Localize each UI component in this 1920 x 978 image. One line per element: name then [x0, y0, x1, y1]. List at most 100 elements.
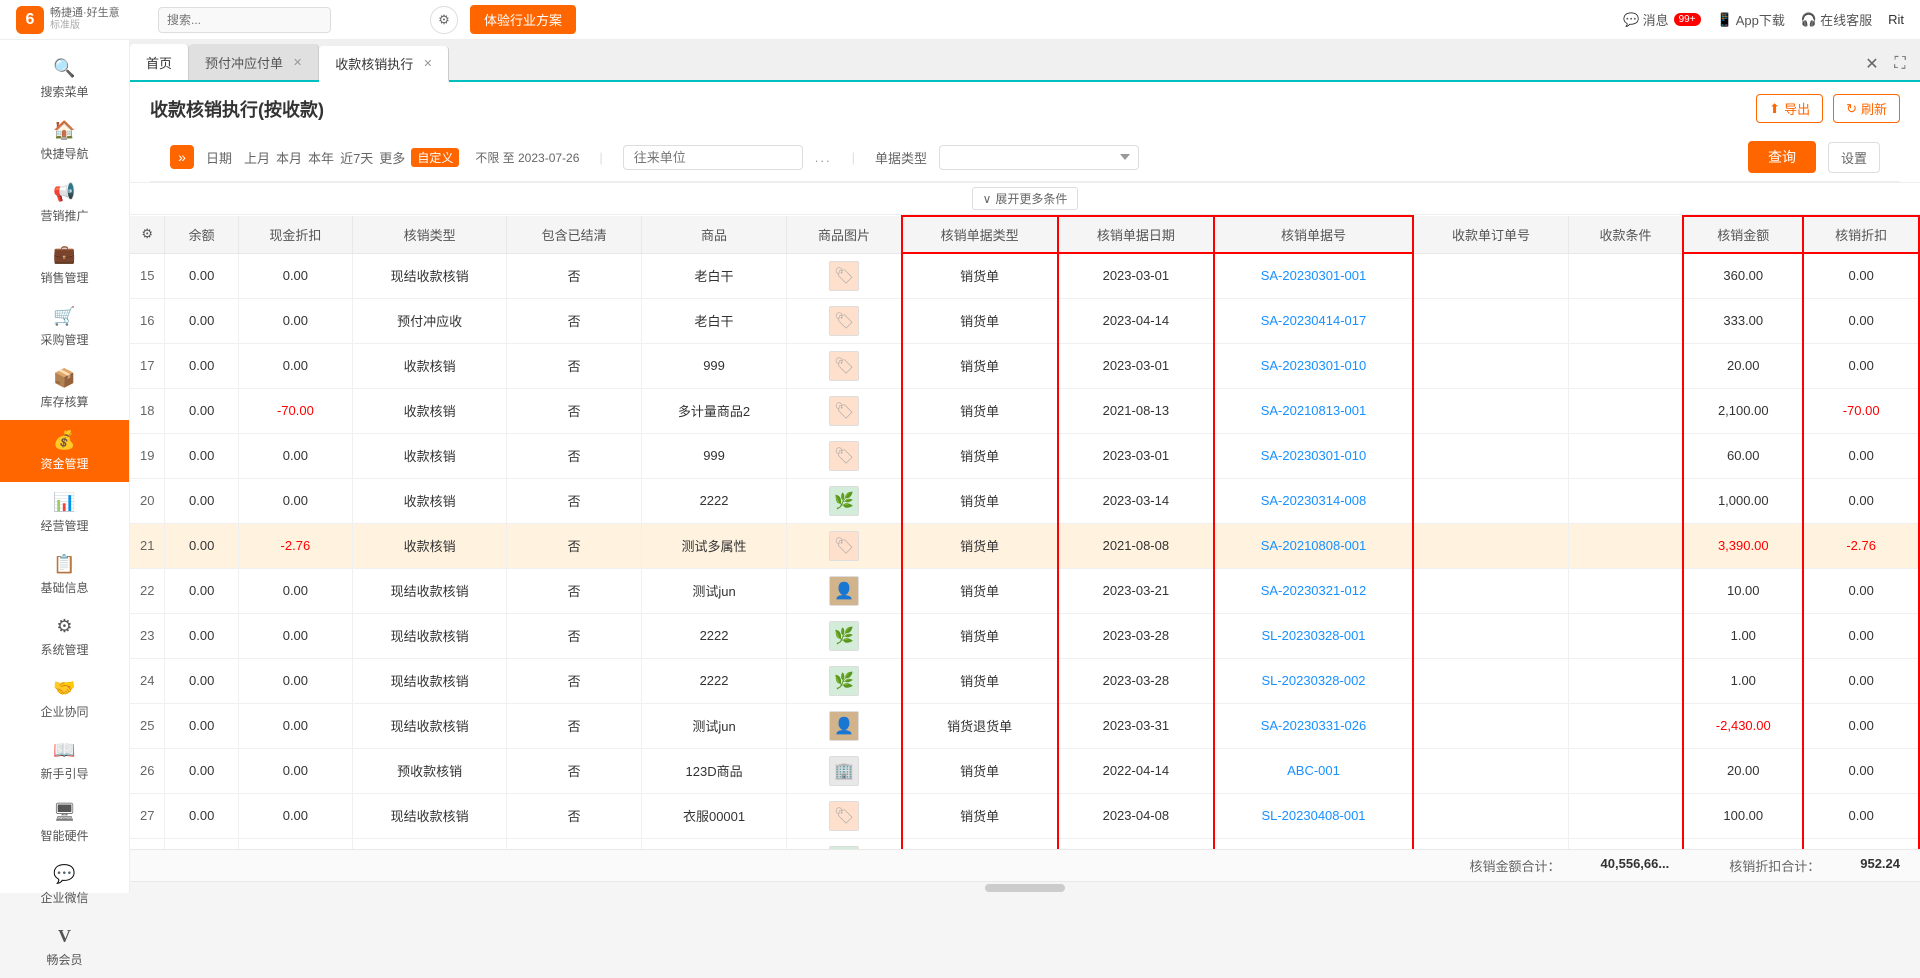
refresh-icon: ↻ [1846, 101, 1857, 117]
cell-verify-number[interactable]: SA-20230301-010 [1214, 433, 1413, 478]
sidebar-item-inventory[interactable]: 📦 库存核算 [0, 358, 129, 420]
verify-number-link[interactable]: SA-20230301-010 [1261, 448, 1367, 463]
tab-prepay-close[interactable]: ✕ [293, 56, 302, 69]
cell-cash-discount: 0.00 [238, 478, 352, 523]
verify-number-link[interactable]: SA-20210813-001 [1261, 403, 1367, 418]
cell-verify-discount: -70.00 [1803, 388, 1919, 433]
cell-verify-number[interactable]: SL-20230408-001 [1214, 793, 1413, 838]
scrollbar-area[interactable] [130, 881, 1920, 893]
date-range-display: 不限 至 2023-07-26 [475, 149, 579, 166]
verify-number-link[interactable]: SA-20230301-001 [1261, 268, 1367, 283]
sidebar-label-inventory: 库存核算 [40, 393, 88, 410]
cell-goods: 测试jun [641, 568, 787, 613]
sidebar-item-guide[interactable]: 📖 新手引导 [0, 730, 129, 792]
tab-home[interactable]: 首页 [130, 44, 189, 80]
cell-verify-number[interactable]: SA-20230301-001 [1214, 253, 1413, 298]
sidebar-item-wechat[interactable]: 💬 企业微信 [0, 854, 129, 916]
tab-verify[interactable]: 收款核销执行 ✕ [319, 46, 449, 82]
cell-verify-date: 2021-08-13 [1058, 388, 1214, 433]
app-download-btn[interactable]: 📱 App下载 [1717, 10, 1785, 29]
sidebar-item-nav[interactable]: 🏠 快捷导航 [0, 110, 129, 172]
data-table-container[interactable]: ⚙ 余额 现金折扣 核销类型 包含已结清 商品 商品图片 核销单据类型 核销单据… [130, 215, 1920, 849]
verify-number-link[interactable]: SA-20230314-008 [1261, 493, 1367, 508]
divider-1: | [599, 150, 602, 165]
cell-balance: 0.00 [165, 523, 238, 568]
search-icon: 🔍 [53, 58, 75, 79]
voucher-type-select[interactable]: 销货单 销货退货单 [939, 145, 1139, 170]
cell-verify-number[interactable]: SA-20210808-001 [1214, 523, 1413, 568]
table-row: 26 0.00 0.00 预收款核销 否 123D商品 🏢 销货单 2022-0… [130, 748, 1919, 793]
cell-verify-type: 现结收款核销 [352, 568, 507, 613]
sidebar-item-sales[interactable]: 💼 销售管理 [0, 234, 129, 296]
cell-verify-number[interactable]: SL-20230328-002 [1214, 658, 1413, 703]
verify-number-link[interactable]: SA-20230301-010 [1261, 358, 1367, 373]
horizontal-scrollbar-thumb[interactable] [985, 884, 1065, 892]
expand-more-btn[interactable]: ∨ 展开更多条件 [972, 187, 1079, 210]
settings-icon[interactable]: ⚙ [430, 6, 458, 34]
solution-button[interactable]: 体验行业方案 [470, 5, 576, 34]
cell-goods-img: 🏷 [787, 523, 902, 568]
sidebar-item-search[interactable]: 🔍 搜索菜单 [0, 48, 129, 110]
date-prev-month[interactable]: 上月 [244, 148, 270, 167]
verify-number-link[interactable]: SL-20230408-001 [1261, 808, 1365, 823]
sidebar-item-cooperation[interactable]: 🤝 企业协同 [0, 668, 129, 730]
sidebar-item-operations[interactable]: 📊 经营管理 [0, 482, 129, 544]
cell-verify-number[interactable]: SL-20230418-001 [1214, 838, 1413, 849]
cell-verify-number[interactable]: SA-20230414-017 [1214, 298, 1413, 343]
date-cur-year[interactable]: 本年 [308, 148, 334, 167]
cell-verify-number[interactable]: SA-20230331-026 [1214, 703, 1413, 748]
col-goods: 商品 [641, 216, 787, 253]
filter-expand-btn[interactable]: » [170, 145, 194, 169]
date-7days[interactable]: 近7天 [340, 148, 373, 167]
table-row: 25 0.00 0.00 现结收款核销 否 测试jun 👤 销货退货单 2023… [130, 703, 1919, 748]
cell-goods: 老白干 [641, 253, 787, 298]
sidebar-item-hardware[interactable]: 🖥 智能硬件 [0, 792, 129, 854]
verify-number-link[interactable]: SL-20230328-001 [1261, 628, 1365, 643]
sidebar-label-purchase: 采购管理 [40, 331, 88, 348]
setting-btn[interactable]: 设置 [1828, 142, 1880, 173]
cell-verify-type: 现结收款核销 [352, 838, 507, 849]
sidebar-item-system[interactable]: ⚙ 系统管理 [0, 606, 129, 668]
verify-number-link[interactable]: SA-20230321-012 [1261, 583, 1367, 598]
sidebar-item-member[interactable]: V 畅会员 [0, 916, 129, 978]
export-btn[interactable]: ⬆ 导出 [1756, 94, 1823, 123]
tab-verify-close[interactable]: ✕ [423, 57, 432, 70]
user-name[interactable]: Rit [1888, 12, 1904, 27]
tab-prepay[interactable]: 预付冲应付单 ✕ [189, 44, 319, 80]
sidebar-item-finance[interactable]: 💰 资金管理 [0, 420, 129, 482]
verify-number-link[interactable]: SA-20230331-026 [1261, 718, 1367, 733]
verify-number-link[interactable]: ABC-001 [1287, 763, 1340, 778]
maximize-btn[interactable]: ⛶ [1888, 52, 1912, 76]
sidebar-item-purchase[interactable]: 🛒 采购管理 [0, 296, 129, 358]
cell-verify-number[interactable]: ABC-001 [1214, 748, 1413, 793]
refresh-btn[interactable]: ↻ 刷新 [1833, 94, 1900, 123]
cell-verify-number[interactable]: SA-20230314-008 [1214, 478, 1413, 523]
sidebar-item-base[interactable]: 📋 基础信息 [0, 544, 129, 606]
cell-verify-discount: 0.00 [1803, 298, 1919, 343]
cell-include-settled: 否 [507, 298, 641, 343]
date-custom[interactable]: 自定义 [411, 148, 459, 167]
cell-receipt-terms [1568, 568, 1683, 613]
cell-verify-voucher-type: 销货单 [902, 478, 1058, 523]
cell-id: 26 [130, 748, 165, 793]
verify-number-link[interactable]: SA-20210808-001 [1261, 538, 1367, 553]
counterpart-input[interactable] [623, 145, 803, 170]
cell-verify-discount: 0.00 [1803, 343, 1919, 388]
cell-verify-number[interactable]: SA-20210813-001 [1214, 388, 1413, 433]
base-icon: 📋 [53, 554, 75, 575]
cell-cash-discount: 0.00 [238, 748, 352, 793]
messages-btn[interactable]: 💬 消息 99+ [1623, 10, 1700, 29]
online-service-btn[interactable]: 🎧 在线客服 [1801, 10, 1872, 29]
verify-number-link[interactable]: SA-20230414-017 [1261, 313, 1367, 328]
date-more[interactable]: 更多 [379, 148, 405, 167]
cell-verify-number[interactable]: SL-20230328-001 [1214, 613, 1413, 658]
date-cur-month[interactable]: 本月 [276, 148, 302, 167]
verify-number-link[interactable]: SL-20230328-002 [1261, 673, 1365, 688]
sidebar-item-marketing[interactable]: 📢 营销推广 [0, 172, 129, 234]
close-all-tabs-btn[interactable]: ✕ [1860, 52, 1884, 76]
col-settings[interactable]: ⚙ [130, 216, 165, 253]
cell-verify-number[interactable]: SA-20230301-010 [1214, 343, 1413, 388]
top-search-input[interactable] [158, 7, 331, 33]
cell-verify-number[interactable]: SA-20230321-012 [1214, 568, 1413, 613]
query-btn[interactable]: 查询 [1748, 141, 1816, 173]
